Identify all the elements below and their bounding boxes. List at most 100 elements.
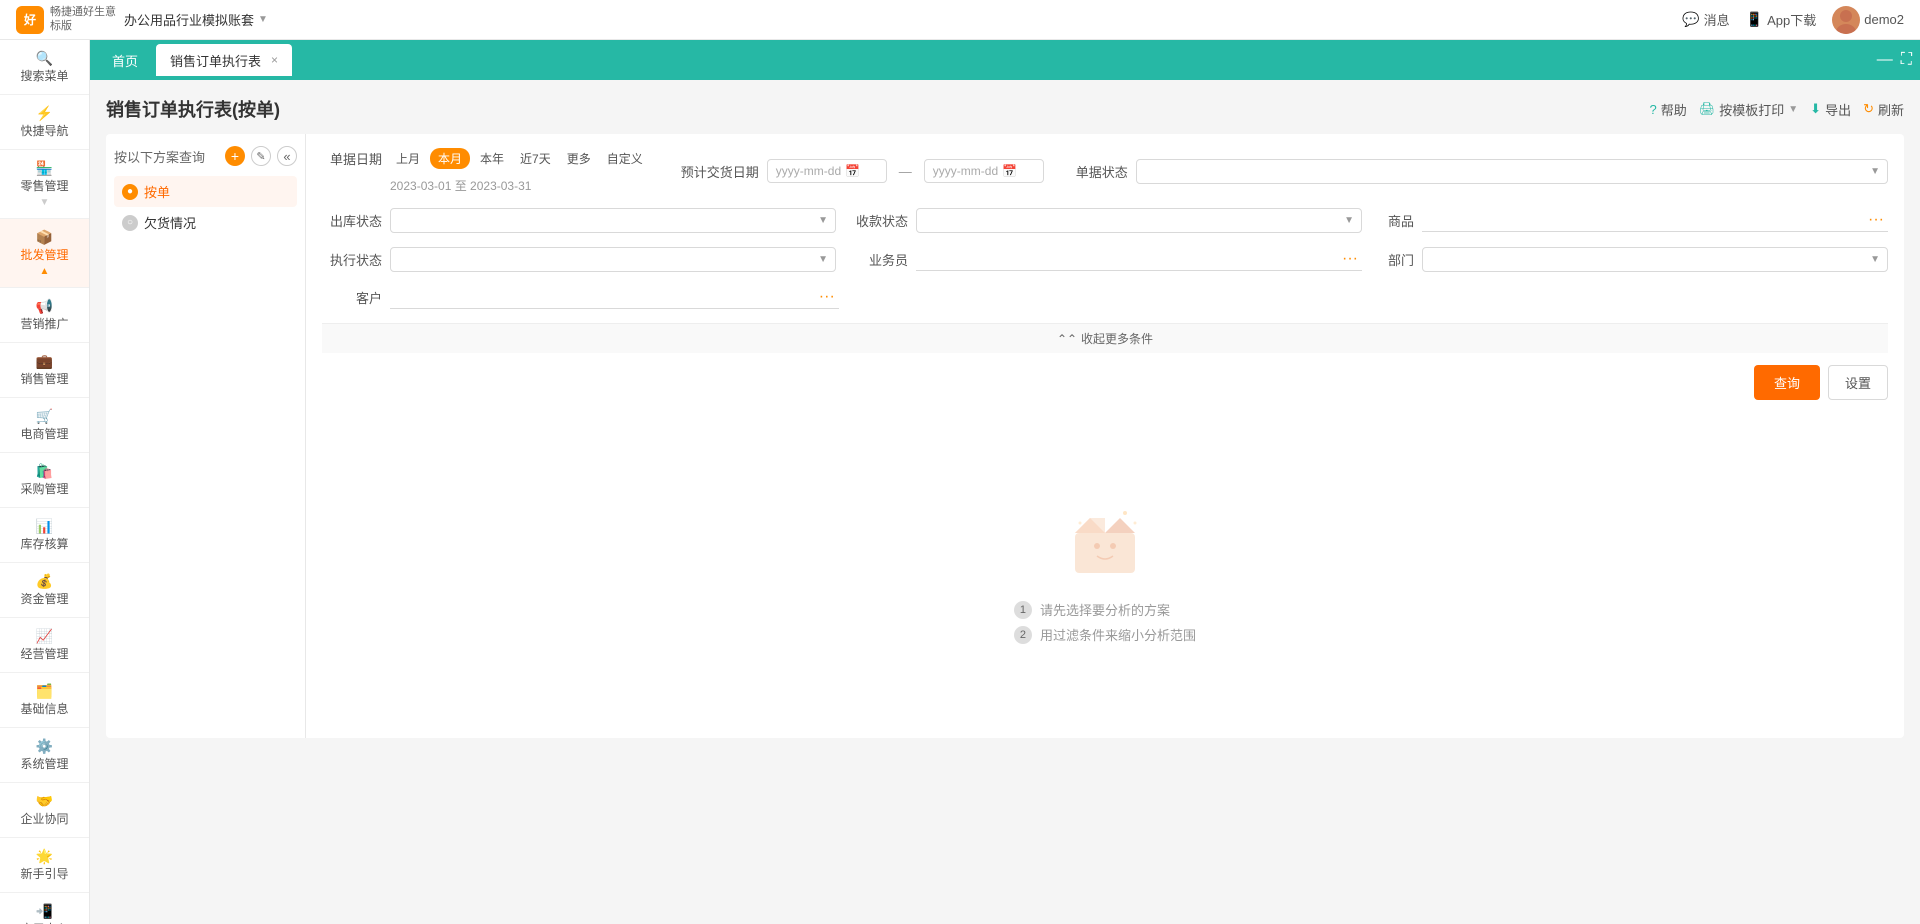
sidebar-item-finance[interactable]: 💰 资金管理: [0, 563, 89, 618]
hint-num-2: 2: [1014, 626, 1032, 644]
filter-row-3: 执行状态 ▼ 业务员 ··: [322, 247, 1888, 272]
page-content: 销售订单执行表(按单) ? 帮助 🖨 按模板打印 ▼ ⬇ 导出: [90, 80, 1920, 924]
filter-row-2: 出库状态 ▼ 收款状态: [322, 208, 1888, 233]
tab-bar-right: — ⛶: [1877, 51, 1912, 69]
customer-more-icon[interactable]: ···: [819, 288, 835, 306]
status-select-wrapper: ▼: [1136, 159, 1888, 184]
goods-input[interactable]: [1426, 213, 1868, 228]
salesperson-group: 业务员 ···: [848, 248, 1362, 271]
date-separator: —: [895, 164, 916, 179]
plan-item-order[interactable]: ● 按单: [114, 176, 297, 207]
date-to-input[interactable]: yyyy-mm-dd 📅: [924, 159, 1044, 183]
sidebar-item-newuser[interactable]: 🌟 新手引导: [0, 838, 89, 893]
sidebar-item-operations[interactable]: 📈 经营管理: [0, 618, 89, 673]
sidebar-item-retail[interactable]: 🏪 零售管理 ▼: [0, 150, 89, 219]
tab-maximize-icon[interactable]: ⛶: [1901, 51, 1912, 69]
dept-group: 部门 ▼: [1374, 247, 1888, 272]
empty-state-icon: [1055, 488, 1155, 588]
content-area: 首页 销售订单执行表 × — ⛶ 销售订单执行表(按单) ? 帮助: [90, 40, 1920, 924]
sidebar-item-basic[interactable]: 🗂️ 基础信息: [0, 673, 89, 728]
top-bar-right: 💬 消息 📱 App下载 demo2: [1682, 6, 1904, 34]
download-btn[interactable]: 📱 App下载: [1746, 10, 1817, 29]
date-btn-lastmonth[interactable]: 上月: [390, 148, 426, 169]
refresh-btn[interactable]: ↻ 刷新: [1863, 100, 1904, 119]
message-btn[interactable]: 💬 消息: [1682, 10, 1729, 29]
app-selector[interactable]: 办公用品行业模拟账套 ▼: [124, 10, 268, 29]
empty-hints: 1 请先选择要分析的方案 2 用过滤条件来缩小分析范围: [1014, 600, 1196, 644]
exec-status-select[interactable]: [390, 247, 836, 272]
calendar-to-icon[interactable]: 📅: [1002, 164, 1017, 178]
payment-status-select[interactable]: [916, 208, 1362, 233]
ship-status-label: 出库状态: [322, 211, 382, 230]
sidebar-item-ecommerce[interactable]: 🛒 电商管理: [0, 398, 89, 453]
salesperson-input[interactable]: [920, 252, 1342, 267]
payment-status-label: 收款状态: [848, 211, 908, 230]
export-btn[interactable]: ⬇ 导出: [1810, 100, 1851, 119]
empty-hint-2: 2 用过滤条件来缩小分析范围: [1014, 625, 1196, 644]
sidebar-item-appcenter[interactable]: 📲 应用中心: [0, 893, 89, 924]
left-panel-actions: + ✎ «: [225, 146, 297, 166]
dept-select[interactable]: [1422, 247, 1888, 272]
settings-btn[interactable]: 设置: [1828, 365, 1888, 400]
empty-hint-1: 1 请先选择要分析的方案: [1014, 600, 1196, 619]
sidebar-item-inventory[interactable]: 📊 库存核算: [0, 508, 89, 563]
tab-close-icon[interactable]: ×: [271, 53, 278, 67]
main-layout: 🔍 搜索菜单 ⚡ 快捷导航 🏪 零售管理 ▼ 📦 批发管理 ▲ 📢 营销推广 💼…: [0, 40, 1920, 924]
hint-num-1: 1: [1014, 601, 1032, 619]
plan-label-order: 按单: [144, 182, 170, 201]
date-btn-custom[interactable]: 自定义: [601, 148, 649, 169]
user-area[interactable]: demo2: [1832, 6, 1904, 34]
sidebar-item-system[interactable]: ⚙️ 系统管理: [0, 728, 89, 783]
plan-label-debt: 欠货情况: [144, 213, 196, 232]
date-range-display: 2023-03-01 至 2023-03-31: [390, 177, 531, 194]
page-title: 销售订单执行表(按单): [106, 96, 280, 122]
date-btn-thisyear[interactable]: 本年: [474, 148, 510, 169]
sidebar-item-quicknav[interactable]: ⚡ 快捷导航: [0, 95, 89, 150]
date-btn-more[interactable]: 更多: [561, 148, 597, 169]
collapse-arrow-icon: ⌃⌃: [1057, 332, 1077, 346]
avatar: [1832, 6, 1860, 34]
collapse-bar[interactable]: ⌃⌃ 收起更多条件: [322, 323, 1888, 353]
sidebar-item-search[interactable]: 🔍 搜索菜单: [0, 40, 89, 95]
date-btn-thismonth[interactable]: 本月: [430, 148, 470, 169]
two-panel: 按以下方案查询 + ✎ « ● 按单 ○ 欠货情况: [106, 134, 1904, 738]
goods-more-icon[interactable]: ···: [1868, 211, 1884, 229]
status-select[interactable]: [1136, 159, 1888, 184]
status-label: 单据状态: [1076, 162, 1128, 181]
action-btn-row: 查询 设置: [322, 353, 1888, 408]
selector-arrow: ▼: [258, 14, 268, 25]
tab-home[interactable]: 首页: [98, 44, 152, 76]
print-template-btn[interactable]: 🖨 按模板打印 ▼: [1699, 100, 1798, 119]
logo-text: 畅捷通好生意 标版: [50, 6, 116, 32]
expected-date-label: 预计交货日期: [681, 162, 759, 181]
edit-plan-btn[interactable]: ✎: [251, 146, 271, 166]
ship-status-select[interactable]: [390, 208, 836, 233]
filter-row-1: 单据日期 上月 本月 本年 近7天 更多 自定义: [322, 148, 1888, 194]
left-panel-header: 按以下方案查询 + ✎ «: [114, 146, 297, 166]
salesperson-more-icon[interactable]: ···: [1342, 250, 1358, 268]
sidebar-item-marketing[interactable]: 📢 营销推广: [0, 288, 89, 343]
sidebar-item-enterprise[interactable]: 🤝 企业协同: [0, 783, 89, 838]
date-to-placeholder: yyyy-mm-dd: [933, 164, 998, 178]
date-btn-7days[interactable]: 近7天: [514, 148, 557, 169]
help-btn[interactable]: ? 帮助: [1649, 100, 1686, 119]
customer-group: 客户 ···: [322, 286, 839, 309]
logo-area: 好 畅捷通好生意 标版: [16, 6, 116, 34]
goods-label: 商品: [1374, 211, 1414, 230]
calendar-from-icon[interactable]: 📅: [845, 164, 860, 178]
plan-item-debt[interactable]: ○ 欠货情况: [114, 207, 297, 238]
filter-row-4: 客户 ···: [322, 286, 1888, 309]
logo-icon: 好: [16, 6, 44, 34]
query-btn[interactable]: 查询: [1754, 365, 1820, 400]
left-panel: 按以下方案查询 + ✎ « ● 按单 ○ 欠货情况: [106, 134, 306, 738]
sidebar-item-purchase[interactable]: 🛍️ 采购管理: [0, 453, 89, 508]
tab-sales-execution[interactable]: 销售订单执行表 ×: [156, 44, 292, 76]
sidebar-item-sales[interactable]: 💼 销售管理: [0, 343, 89, 398]
date-from-input[interactable]: yyyy-mm-dd 📅: [767, 159, 887, 183]
sidebar-item-wholesale[interactable]: 📦 批发管理 ▲: [0, 219, 89, 288]
add-plan-btn[interactable]: +: [225, 146, 245, 166]
collapse-panel-btn[interactable]: «: [277, 146, 297, 166]
date-quick-btns: 上月 本月 本年 近7天 更多 自定义: [390, 148, 649, 169]
customer-input[interactable]: [394, 290, 819, 305]
tab-minimize-icon[interactable]: —: [1877, 51, 1893, 69]
